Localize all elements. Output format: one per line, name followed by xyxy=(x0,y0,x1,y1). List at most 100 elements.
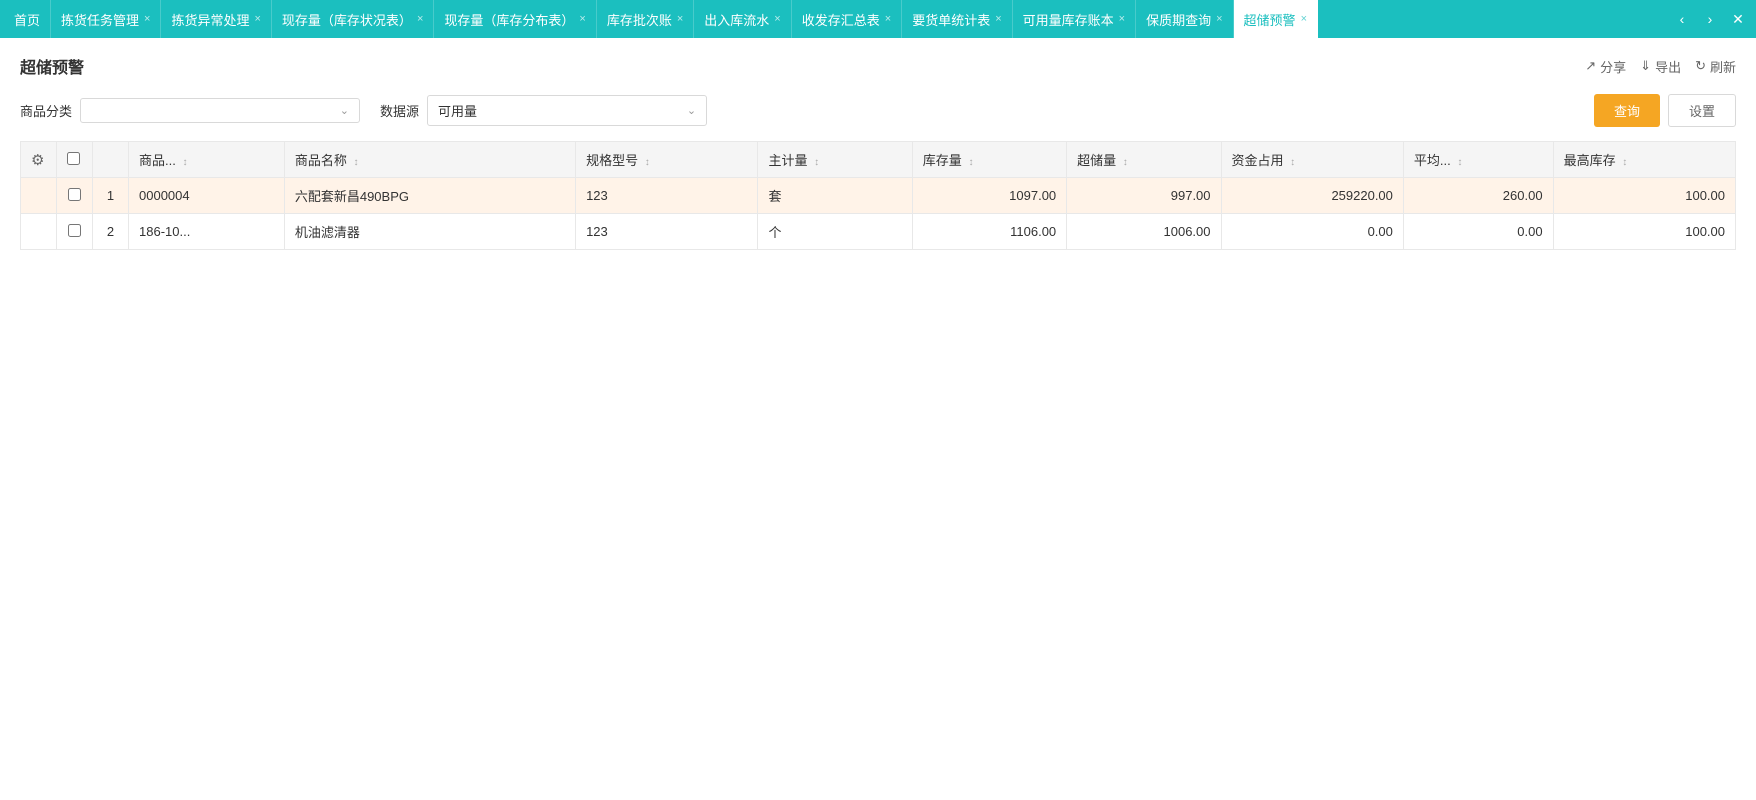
nav-item-要货单统计表[interactable]: 要货单统计表× xyxy=(902,0,1012,38)
export-icon: ⇓ xyxy=(1640,58,1651,74)
sort-icon-avg: ↕ xyxy=(1457,157,1462,168)
category-label: 商品分类 xyxy=(20,101,72,120)
sort-icon-maxstock: ↕ xyxy=(1622,157,1627,168)
td-checkbox[interactable] xyxy=(57,178,93,214)
page-content: 超储预警 ↗ 分享 ⇓ 导出 ↻ 刷新 商品分类 ⌄ 数据源 xyxy=(0,38,1756,266)
datasource-chevron-icon: ⌄ xyxy=(687,104,696,117)
export-button[interactable]: ⇓ 导出 xyxy=(1640,57,1681,76)
nav-item-首页[interactable]: 首页 xyxy=(4,0,51,38)
td-maxstock: 100.00 xyxy=(1553,178,1735,214)
td-capital: 259220.00 xyxy=(1221,178,1403,214)
td-capital: 0.00 xyxy=(1221,214,1403,250)
nav-item-close-icon[interactable]: × xyxy=(1301,13,1307,25)
td-over: 997.00 xyxy=(1067,178,1221,214)
nav-item-现存量库存分布表[interactable]: 现存量（库存分布表） × xyxy=(434,0,596,38)
th-capital-label: 资金占用 xyxy=(1232,153,1284,168)
nav-item-close-icon[interactable]: × xyxy=(144,13,150,25)
th-unit[interactable]: 主计量 ↕ xyxy=(758,142,912,178)
nav-item-label: 库存批次账 xyxy=(607,10,672,29)
th-avg[interactable]: 平均... ↕ xyxy=(1403,142,1553,178)
td-unit: 套 xyxy=(758,178,912,214)
nav-item-label: 现存量（库存状况表） xyxy=(282,10,412,29)
filter-bar: 商品分类 ⌄ 数据源 可用量 ⌄ 查询 设置 xyxy=(20,94,1736,127)
th-name[interactable]: 商品名称 ↕ xyxy=(284,142,575,178)
th-over-label: 超储量 xyxy=(1077,153,1116,168)
data-table: ⚙ 商品... ↕ 商品名称 ↕ 规格型号 ↕ xyxy=(20,141,1736,250)
nav-arrow-left[interactable]: ‹ xyxy=(1668,0,1696,38)
th-stock-label: 库存量 xyxy=(923,153,962,168)
chevron-down-icon: ⌄ xyxy=(340,104,349,117)
nav-item-现存量库存状况表[interactable]: 现存量（库存状况表） × xyxy=(272,0,434,38)
table-header-row: ⚙ 商品... ↕ 商品名称 ↕ 规格型号 ↕ xyxy=(21,142,1736,178)
select-all-checkbox[interactable] xyxy=(67,152,80,165)
th-code[interactable]: 商品... ↕ xyxy=(129,142,285,178)
td-name: 机油滤清器 xyxy=(284,214,575,250)
nav-item-收发存汇总表[interactable]: 收发存汇总表× xyxy=(792,0,902,38)
refresh-label: 刷新 xyxy=(1710,57,1736,76)
datasource-select[interactable]: 可用量 ⌄ xyxy=(427,95,707,126)
share-button[interactable]: ↗ 分享 xyxy=(1585,57,1626,76)
export-label: 导出 xyxy=(1655,57,1681,76)
header-actions: ↗ 分享 ⇓ 导出 ↻ 刷新 xyxy=(1585,57,1736,76)
nav-item-可用量库存账本[interactable]: 可用量库存账本 × xyxy=(1013,0,1136,38)
nav-item-库存批次账[interactable]: 库存批次账 × xyxy=(597,0,694,38)
sort-icon-spec: ↕ xyxy=(645,157,650,168)
th-capital[interactable]: 资金占用 ↕ xyxy=(1221,142,1403,178)
td-spec: 123 xyxy=(576,214,758,250)
nav-item-拣货异常处理[interactable]: 拣货异常处理 × xyxy=(161,0,271,38)
page-title: 超储预警 xyxy=(20,54,84,78)
refresh-icon: ↻ xyxy=(1695,58,1706,74)
td-avg: 0.00 xyxy=(1403,214,1553,250)
td-num: 2 xyxy=(93,214,129,250)
nav-item-close-icon[interactable]: × xyxy=(774,13,780,25)
nav-item-超储预警[interactable]: 超储预警 × xyxy=(1234,0,1318,38)
settings-button[interactable]: 设置 xyxy=(1668,94,1736,127)
td-stock: 1097.00 xyxy=(912,178,1066,214)
nav-item-label: 首页 xyxy=(14,10,40,29)
nav-item-close-icon[interactable]: × xyxy=(995,13,1001,25)
nav-item-label: 出入库流水 xyxy=(704,10,769,29)
nav-item-保质期查询[interactable]: 保质期查询 × xyxy=(1136,0,1233,38)
th-code-label: 商品... xyxy=(139,153,176,168)
nav-arrow-right[interactable]: › xyxy=(1696,0,1724,38)
th-spec[interactable]: 规格型号 ↕ xyxy=(576,142,758,178)
nav-item-label: 拣货异常处理 xyxy=(171,10,249,29)
nav-item-出入库流水[interactable]: 出入库流水 × xyxy=(694,0,791,38)
th-avg-label: 平均... xyxy=(1414,153,1451,168)
th-spec-label: 规格型号 xyxy=(586,153,638,168)
share-icon: ↗ xyxy=(1585,58,1596,74)
nav-item-close-icon[interactable]: × xyxy=(1119,13,1125,25)
table-row: 2 186-10... 机油滤清器 123 个 1106.00 1006.00 … xyxy=(21,214,1736,250)
table-settings-icon[interactable]: ⚙ xyxy=(31,151,44,169)
td-checkbox[interactable] xyxy=(57,214,93,250)
th-unit-label: 主计量 xyxy=(768,153,807,168)
td-code: 186-10... xyxy=(129,214,285,250)
category-select[interactable]: ⌄ xyxy=(80,98,360,123)
th-over[interactable]: 超储量 ↕ xyxy=(1067,142,1221,178)
row-checkbox[interactable] xyxy=(68,188,81,201)
query-button[interactable]: 查询 xyxy=(1594,94,1660,127)
th-stock[interactable]: 库存量 ↕ xyxy=(912,142,1066,178)
nav-item-close-icon[interactable]: × xyxy=(1216,13,1222,25)
th-settings: ⚙ xyxy=(21,142,57,178)
nav-item-close-icon[interactable]: × xyxy=(254,13,260,25)
page-header: 超储预警 ↗ 分享 ⇓ 导出 ↻ 刷新 xyxy=(20,54,1736,78)
nav-item-label: 现存量（库存分布表） xyxy=(444,10,574,29)
nav-item-close-icon[interactable]: × xyxy=(579,13,585,25)
nav-item-拣货任务管理[interactable]: 拣货任务管理× xyxy=(51,0,161,38)
nav-item-close-icon[interactable]: × xyxy=(417,13,423,25)
th-maxstock[interactable]: 最高库存 ↕ xyxy=(1553,142,1735,178)
nav-item-close-icon[interactable]: × xyxy=(885,13,891,25)
nav-arrow-close[interactable]: ✕ xyxy=(1724,0,1752,38)
sort-icon-stock: ↕ xyxy=(968,157,973,168)
sort-icon-capital: ↕ xyxy=(1290,157,1295,168)
nav-item-label: 可用量库存账本 xyxy=(1023,10,1114,29)
row-checkbox[interactable] xyxy=(68,224,81,237)
refresh-button[interactable]: ↻ 刷新 xyxy=(1695,57,1736,76)
th-name-label: 商品名称 xyxy=(295,153,347,168)
nav-item-label: 超储预警 xyxy=(1244,10,1296,29)
datasource-label: 数据源 xyxy=(380,101,419,120)
nav-item-label: 保质期查询 xyxy=(1146,10,1211,29)
top-nav: 首页拣货任务管理×拣货异常处理×现存量（库存状况表）×现存量（库存分布表）×库存… xyxy=(0,0,1756,38)
nav-item-close-icon[interactable]: × xyxy=(677,13,683,25)
